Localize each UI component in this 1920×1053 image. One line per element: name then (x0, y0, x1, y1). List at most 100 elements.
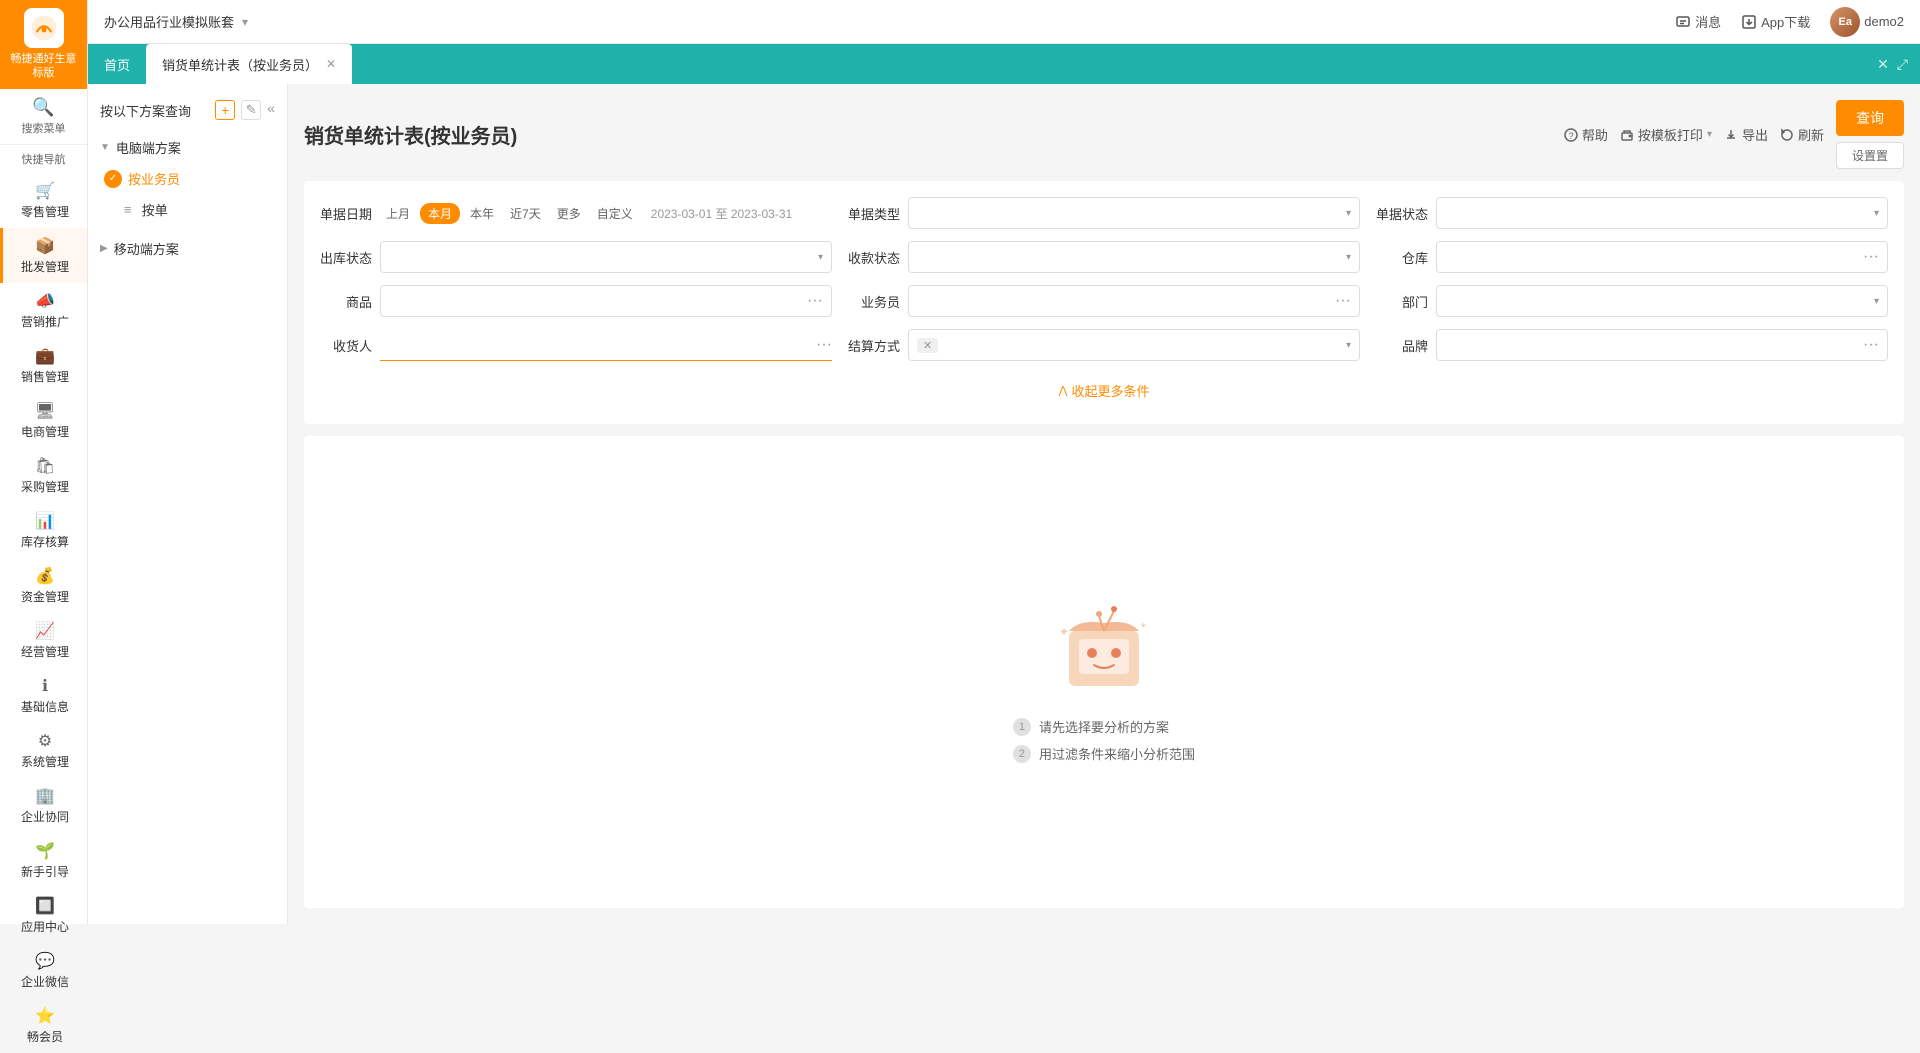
search-menu[interactable]: 🔍 搜索菜单 (0, 89, 87, 145)
sidebar-item-newbie[interactable]: 🌱 新手引导 (0, 833, 87, 888)
search-icon: 🔍 (32, 97, 54, 118)
tree-section-mobile: ▶ 移动端方案 (88, 229, 287, 268)
tree-section-mobile-header[interactable]: ▶ 移动端方案 (88, 233, 287, 264)
sidebar-item-wholesale[interactable]: 📦 批发管理 (0, 228, 87, 283)
tabbar: 首页 销货单统计表（按业务员） ✕ ✕ ⤢ (88, 44, 1920, 84)
department-select[interactable]: ▾ (1436, 285, 1888, 317)
filter-receiver-control[interactable]: ··· (380, 329, 832, 361)
tag-x-icon[interactable]: ✕ (923, 339, 932, 352)
doc-status-arrow-icon: ▾ (1874, 208, 1879, 219)
date-tab-last-month[interactable]: 上月 (380, 203, 416, 224)
filter-doc-status-item: 单据状态 ▾ (1376, 197, 1888, 229)
query-button[interactable]: 查询 (1836, 100, 1904, 136)
sidebar-item-retail[interactable]: 🛒 零售管理 (0, 173, 87, 228)
tab-sales-stat[interactable]: 销货单统计表（按业务员） ✕ (146, 44, 352, 84)
sidebar-item-purchase[interactable]: 🛍 采购管理 (0, 448, 87, 503)
department-arrow-icon: ▾ (1874, 296, 1879, 307)
template-print-button[interactable]: 按模板打印 ▾ (1620, 125, 1712, 144)
filter-payment-status-control[interactable]: ▾ (908, 241, 1360, 273)
out-status-select[interactable]: ▾ (380, 241, 832, 273)
filter-settlement-control[interactable]: ✕ ▾ (908, 329, 1360, 361)
goods-dots-icon[interactable]: ··· (807, 292, 823, 310)
goods-input[interactable]: ··· (380, 285, 832, 317)
filter-brand-control[interactable]: ··· (1436, 329, 1888, 361)
date-tab-this-year[interactable]: 本年 (464, 203, 500, 224)
user-profile[interactable]: Ea demo2 (1830, 7, 1904, 37)
filter-receiver-label: 收货人 (320, 336, 380, 355)
window-expand-icon[interactable]: ⤢ (1897, 56, 1908, 73)
app-download-button[interactable]: App下载 (1741, 12, 1810, 31)
settlement-tag: ✕ (917, 338, 938, 353)
export-label: 导出 (1742, 125, 1768, 144)
topbar-dropdown-icon[interactable]: ▾ (242, 15, 248, 29)
date-tab-7days[interactable]: 近7天 (504, 203, 547, 224)
sidebar-item-operations[interactable]: 📈 经营管理 (0, 613, 87, 668)
sidebar-item-label: 系统管理 (21, 753, 69, 770)
filter-doc-status-control[interactable]: ▾ (1436, 197, 1888, 229)
finance-icon: 💰 (35, 566, 55, 586)
sidebar-item-apps[interactable]: 🔲 应用中心 (0, 888, 87, 943)
wholesale-icon: 📦 (35, 236, 55, 256)
sidebar-item-wechat[interactable]: 💬 企业微信 (0, 943, 87, 998)
empty-illustration: ✦ ✦ (1044, 581, 1164, 701)
sidebar-item-marketing[interactable]: 📣 营销推广 (0, 283, 87, 338)
salesperson-dots-icon[interactable]: ··· (1335, 292, 1351, 310)
refresh-button[interactable]: 刷新 (1780, 125, 1824, 144)
add-scheme-button[interactable]: + (215, 100, 235, 120)
tab-home[interactable]: 首页 (88, 44, 146, 84)
sidebar-logo[interactable]: 畅捷通好生意 标版 (0, 0, 87, 89)
warehouse-input[interactable]: ··· (1436, 241, 1888, 273)
salesperson-input[interactable]: ··· (908, 285, 1360, 317)
desktop-section-label: 电脑端方案 (116, 138, 181, 157)
receiver-input[interactable]: ··· (380, 329, 832, 361)
sidebar-item-member[interactable]: ⭐ 畅会员 (0, 998, 87, 1053)
settings-button[interactable]: 设置置 (1836, 142, 1904, 169)
window-close-icon[interactable]: ✕ (1877, 56, 1889, 73)
export-button[interactable]: 导出 (1724, 125, 1768, 144)
apps-icon: 🔲 (35, 896, 55, 916)
filter-doc-type-control[interactable]: ▾ (908, 197, 1360, 229)
retail-icon: 🛒 (35, 181, 55, 201)
sidebar-item-label: 销售管理 (21, 368, 69, 385)
brand-dots-icon[interactable]: ··· (1863, 336, 1879, 354)
date-tab-custom[interactable]: 自定义 (591, 203, 639, 224)
sidebar-item-label: 零售管理 (21, 203, 69, 220)
sidebar-item-system[interactable]: ⚙ 系统管理 (0, 723, 87, 778)
query-settings-group: 查询 设置置 (1836, 100, 1904, 169)
sidebar-item-inventory[interactable]: 📊 库存核算 (0, 503, 87, 558)
inventory-icon: 📊 (35, 511, 55, 531)
filter-out-status-control[interactable]: ▾ (380, 241, 832, 273)
page-header: 销货单统计表(按业务员) ? 帮助 按模板打印 ▾ 导出 (304, 100, 1904, 169)
date-tab-this-month[interactable]: 本月 (420, 203, 460, 224)
messages-button[interactable]: 消息 (1675, 12, 1721, 31)
brand-input[interactable]: ··· (1436, 329, 1888, 361)
tab-close-icon[interactable]: ✕ (326, 57, 336, 71)
receiver-dots-icon[interactable]: ··· (816, 336, 832, 354)
tree-item-by-salesperson[interactable]: ✓ 按业务员 (88, 163, 287, 194)
payment-status-select[interactable]: ▾ (908, 241, 1360, 273)
filter-settlement-item: 结算方式 ✕ ▾ (848, 329, 1360, 361)
warehouse-dots-icon[interactable]: ··· (1863, 248, 1879, 266)
sidebar-item-finance[interactable]: 💰 资金管理 (0, 558, 87, 613)
sidebar-item-basic[interactable]: ℹ 基础信息 (0, 668, 87, 723)
filter-goods-control[interactable]: ··· (380, 285, 832, 317)
filter-salesperson-control[interactable]: ··· (908, 285, 1360, 317)
sidebar-item-sales[interactable]: 💼 销售管理 (0, 338, 87, 393)
sidebar-item-ecommerce[interactable]: 🖥 电商管理 (0, 393, 87, 448)
doc-status-select[interactable]: ▾ (1436, 197, 1888, 229)
tree-section-desktop-header[interactable]: ▼ 电脑端方案 (88, 132, 287, 163)
edit-scheme-button[interactable]: ✎ (241, 100, 261, 120)
filter-department-control[interactable]: ▾ (1436, 285, 1888, 317)
doc-type-select[interactable]: ▾ (908, 197, 1360, 229)
collapse-conditions-button[interactable]: ⋀ 收起更多条件 (320, 373, 1888, 408)
sidebar-item-enterprise[interactable]: 🏢 企业协同 (0, 778, 87, 833)
tree-item-by-order[interactable]: ≡ 按单 (88, 194, 287, 225)
date-tab-more[interactable]: 更多 (551, 203, 587, 224)
collapse-panel-button[interactable]: « (267, 100, 275, 120)
filter-doc-type-item: 单据类型 ▾ (848, 197, 1360, 229)
filter-warehouse-control[interactable]: ··· (1436, 241, 1888, 273)
topbar: 办公用品行业模拟账套 ▾ 消息 App下载 Ea demo2 (88, 0, 1920, 44)
settlement-tag-control[interactable]: ✕ ▾ (908, 329, 1360, 361)
doc-type-arrow-icon: ▾ (1346, 208, 1351, 219)
help-button[interactable]: ? 帮助 (1564, 125, 1608, 144)
